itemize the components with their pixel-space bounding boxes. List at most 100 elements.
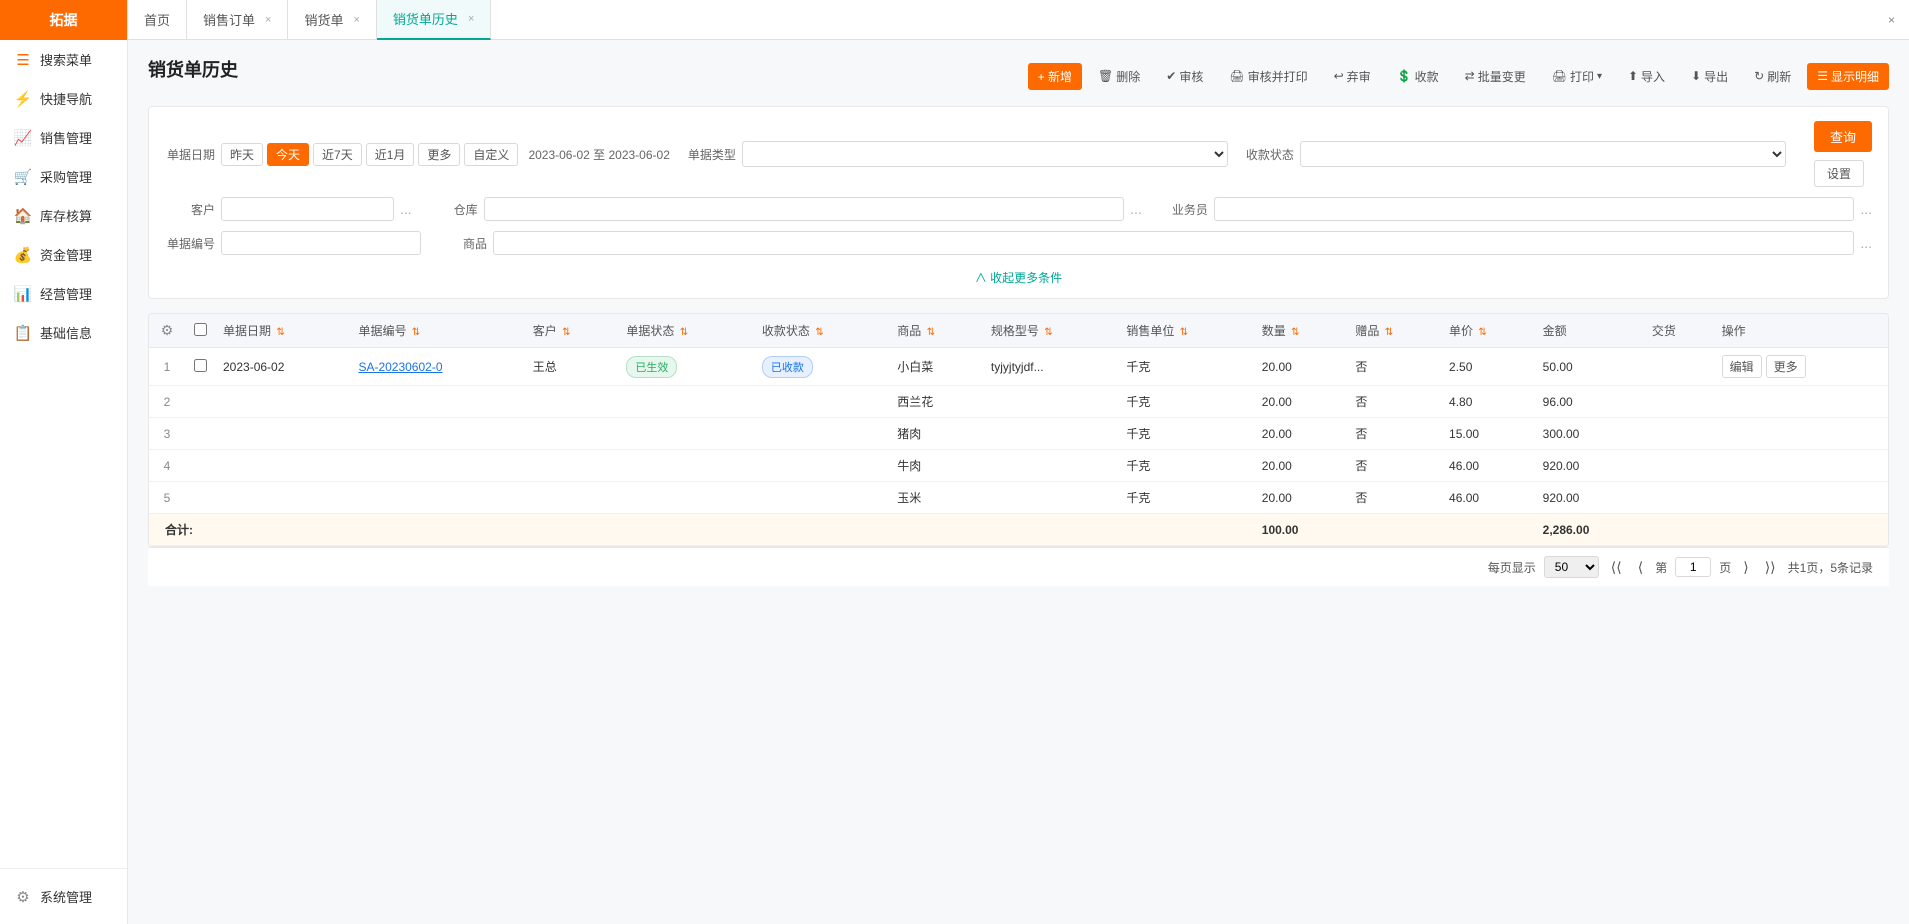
date-btn-more[interactable]: 更多 [418, 143, 460, 166]
date-btn-yesterday[interactable]: 昨天 [221, 143, 263, 166]
col-collect-status[interactable]: 收款状态 ⇅ [754, 314, 889, 348]
customer-dots[interactable]: ... [400, 201, 412, 217]
settings-gear-icon[interactable]: ⚙ [161, 322, 174, 338]
sidebar-item-fund-mgmt[interactable]: 💰 资金管理 [0, 235, 127, 274]
row-doc-no[interactable]: SA-20230602-0 [350, 348, 524, 386]
delete-button[interactable]: 🗑 删除 [1088, 63, 1150, 90]
sidebar-item-sys-mgmt[interactable]: ⚙ 系统管理 [0, 877, 127, 916]
more-button[interactable]: 更多 [1766, 355, 1806, 378]
query-button[interactable]: 查询 [1814, 121, 1872, 152]
edit-button[interactable]: 编辑 [1722, 355, 1762, 378]
date-btn-today[interactable]: 今天 [267, 143, 309, 166]
abandon-button[interactable]: ↩ 弃审 [1324, 63, 1381, 90]
row-num: 4 [149, 450, 185, 482]
row-spec: tyjyjtyjdf... [983, 348, 1118, 386]
col-doc-no-sort-icon: ⇅ [412, 327, 420, 338]
filter-item-date: 单据日期 昨天 今天 近7天 近1月 更多 自定义 2023-06-02 至 2… [165, 143, 670, 166]
export-button[interactable]: ⬇ 导出 [1681, 63, 1738, 90]
sidebar-label-quick-nav: 快捷导航 [40, 89, 92, 108]
col-customer[interactable]: 客户 ⇅ [525, 314, 619, 348]
warehouse-input[interactable] [484, 197, 1125, 221]
col-unit[interactable]: 销售单位 ⇅ [1118, 314, 1253, 348]
customer-input[interactable] [221, 197, 394, 221]
print-button[interactable]: 🖨 打印 ▾ [1542, 63, 1612, 90]
collapse-button[interactable]: ∧ 收起更多条件 [975, 269, 1062, 286]
tab-sales-history[interactable]: 销货单历史 × [377, 0, 491, 40]
collapse-row: ∧ 收起更多条件 [165, 265, 1872, 290]
tab-sales-order-label: 销售订单 [203, 10, 255, 29]
col-goods[interactable]: 商品 ⇅ [889, 314, 983, 348]
select-all-checkbox[interactable] [194, 323, 207, 336]
total-info: 共1页，5条记录 [1788, 559, 1873, 576]
doc-type-select[interactable] [742, 141, 1228, 167]
row-checkbox[interactable] [194, 359, 207, 372]
staff-label: 业务员 [1158, 201, 1208, 218]
sidebar-item-inventory-calc[interactable]: 🏠 库存核算 [0, 196, 127, 235]
set-button[interactable]: 设置 [1814, 160, 1864, 187]
warehouse-dots[interactable]: ... [1130, 201, 1142, 217]
col-price[interactable]: 单价 ⇅ [1441, 314, 1535, 348]
show-detail-button[interactable]: ☰ 显示明细 [1807, 63, 1889, 90]
table-footer: 每页显示 50 100 ⟨⟨ ⟨ 第 页 ⟩ ⟩⟩ 共1页，5条记录 [148, 547, 1889, 586]
filter-row-date: 单据日期 昨天 今天 近7天 近1月 更多 自定义 2023-06-02 至 2… [165, 121, 1872, 187]
doc-no-link[interactable]: SA-20230602-0 [358, 360, 442, 374]
goods-label: 商品 [437, 235, 487, 252]
col-doc-no[interactable]: 单据编号 ⇅ [350, 314, 524, 348]
sidebar-item-base-info[interactable]: 📋 基础信息 [0, 313, 127, 352]
col-gift[interactable]: 赠品 ⇅ [1347, 314, 1441, 348]
row-doc-status [618, 450, 753, 482]
import-icon: ⬆ [1628, 69, 1638, 83]
col-settings[interactable]: ⚙ [149, 314, 185, 348]
doc-no-input[interactable] [221, 231, 421, 255]
export-icon: ⬇ [1691, 69, 1701, 83]
goods-input[interactable] [493, 231, 1854, 255]
import-button[interactable]: ⬆ 导入 [1618, 63, 1675, 90]
sidebar-item-quick-nav[interactable]: ⚡ 快捷导航 [0, 79, 127, 118]
page-input[interactable] [1675, 557, 1711, 577]
col-spec[interactable]: 规格型号 ⇅ [983, 314, 1118, 348]
goods-dots[interactable]: ... [1860, 235, 1872, 251]
refresh-button[interactable]: ↻ 刷新 [1744, 63, 1801, 90]
per-page-select[interactable]: 50 100 [1544, 556, 1599, 578]
tab-home[interactable]: 首页 [128, 0, 187, 40]
staff-input[interactable] [1214, 197, 1855, 221]
sidebar-item-operation-mgmt[interactable]: 📊 经营管理 [0, 274, 127, 313]
col-customer-sort-icon: ⇅ [562, 327, 570, 338]
new-button[interactable]: + 新增 [1028, 63, 1082, 90]
sidebar-item-purchase-mgmt[interactable]: 🛒 采购管理 [0, 157, 127, 196]
collect-button[interactable]: 💲 收款 [1387, 63, 1449, 90]
review-print-button[interactable]: 🖨 审核并打印 [1219, 63, 1317, 90]
sidebar-item-search-menu[interactable]: ☰ 搜索菜单 [0, 40, 127, 79]
tab-close-all[interactable]: × [1874, 13, 1909, 27]
page-first-button[interactable]: ⟨⟨ [1607, 559, 1626, 576]
row-action: 编辑 更多 [1714, 348, 1888, 386]
tab-sales-order[interactable]: 销售订单 × [187, 0, 288, 40]
col-qty[interactable]: 数量 ⇅ [1254, 314, 1348, 348]
sidebar-item-sales-mgmt[interactable]: 📈 销售管理 [0, 118, 127, 157]
tab-sales-goods-close[interactable]: × [353, 14, 359, 26]
tab-sales-order-close[interactable]: × [265, 14, 271, 26]
row-collect-status: 已收款 [754, 348, 889, 386]
col-doc-status[interactable]: 单据状态 ⇅ [618, 314, 753, 348]
sum-label: 合计: [149, 514, 1254, 546]
tab-home-label: 首页 [144, 10, 170, 29]
tab-sales-history-close[interactable]: × [468, 13, 474, 25]
doc-type-label: 单据类型 [686, 146, 736, 163]
row-price: 15.00 [1441, 418, 1535, 450]
page-prev-button[interactable]: ⟨ [1634, 559, 1647, 576]
date-btn-custom[interactable]: 自定义 [464, 143, 518, 166]
date-btn-1month[interactable]: 近1月 [366, 143, 415, 166]
tab-sales-goods[interactable]: 销货单 × [288, 0, 376, 40]
page-next-button[interactable]: ⟩ [1739, 559, 1752, 576]
sidebar-label-fund-mgmt: 资金管理 [40, 245, 92, 264]
staff-dots[interactable]: ... [1860, 201, 1872, 217]
review-button[interactable]: ✔ 审核 [1156, 63, 1213, 90]
row-goods: 西兰花 [889, 386, 983, 418]
table-wrap: ⚙ 单据日期 ⇅ 单据编号 ⇅ [148, 313, 1889, 547]
batch-change-button[interactable]: ⇄ 批量变更 [1455, 63, 1536, 90]
date-btn-7days[interactable]: 近7天 [313, 143, 362, 166]
row-collect-status [754, 450, 889, 482]
page-last-button[interactable]: ⟩⟩ [1761, 559, 1780, 576]
collect-status-select[interactable] [1300, 141, 1786, 167]
col-date[interactable]: 单据日期 ⇅ [215, 314, 350, 348]
